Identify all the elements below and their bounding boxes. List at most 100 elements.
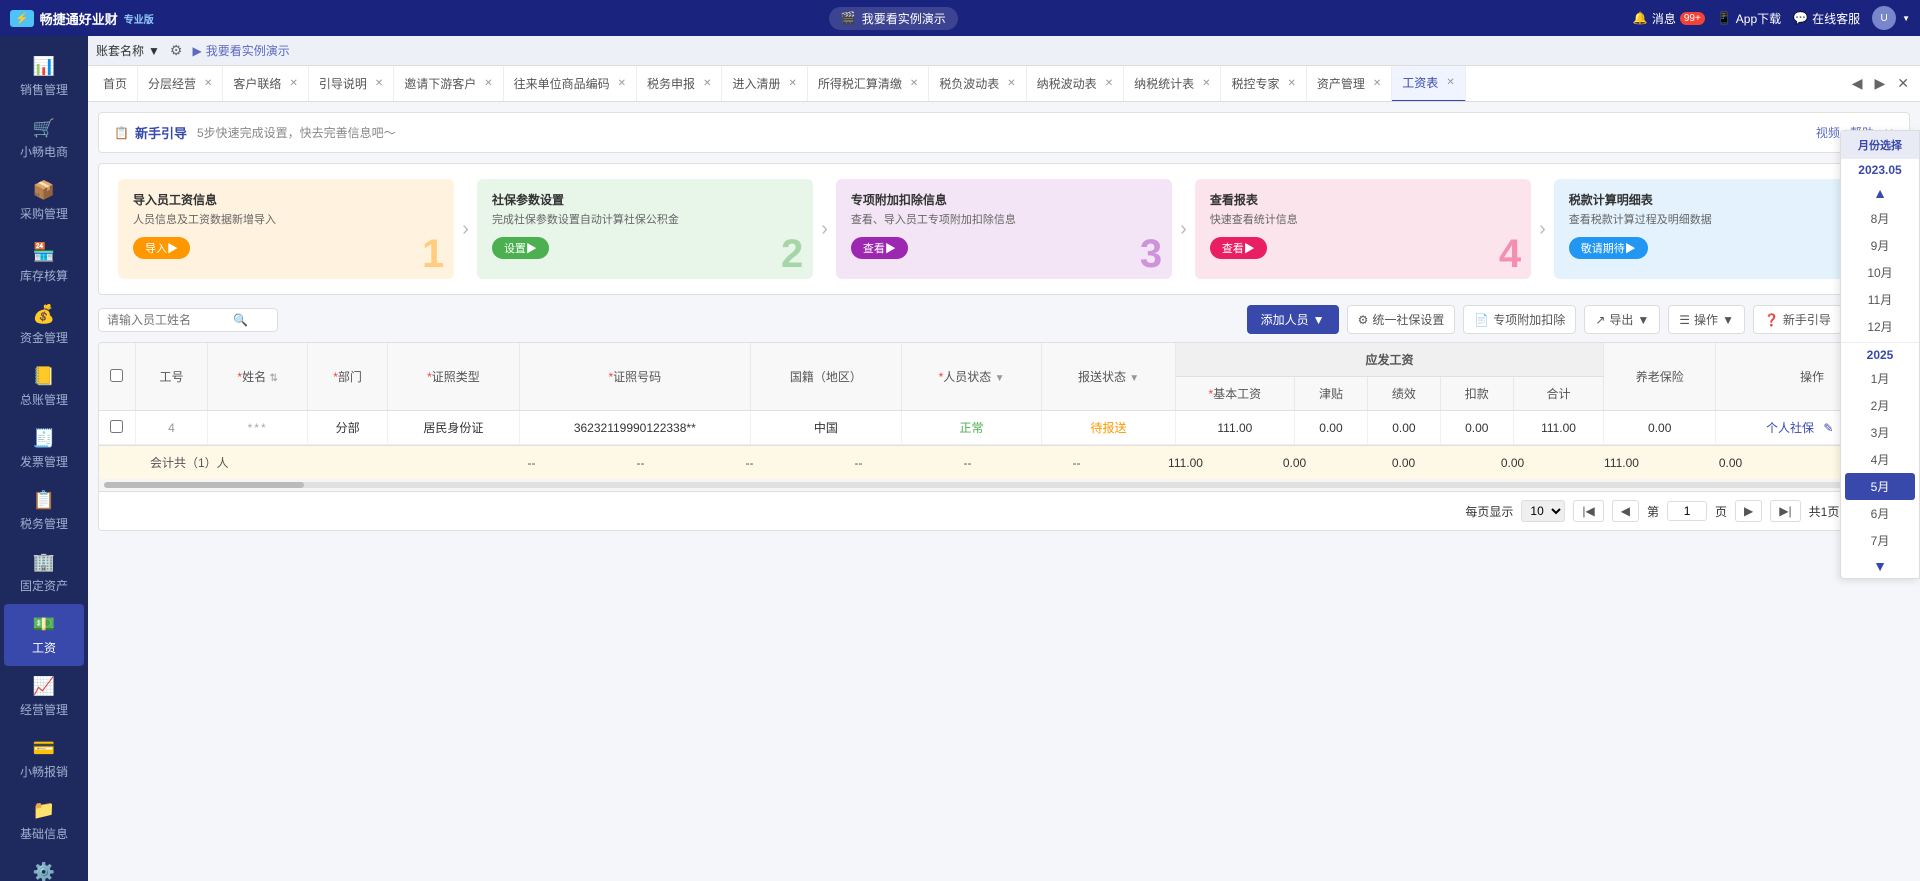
tab-close-14[interactable]: ✕ bbox=[1446, 77, 1454, 88]
sidebar-item-工资[interactable]: 💵工资 bbox=[4, 604, 84, 666]
step-btn-4[interactable]: 敬请期待▶ bbox=[1569, 237, 1648, 259]
tab-close-2[interactable]: ✕ bbox=[289, 78, 297, 89]
tab-close-8[interactable]: ✕ bbox=[910, 78, 918, 89]
sidebar-item-销售管理[interactable]: 📊销售管理 bbox=[4, 46, 84, 108]
month-item-5月[interactable]: 5月 bbox=[1845, 473, 1915, 500]
month-down-btn[interactable]: ▼ bbox=[1869, 558, 1891, 574]
tab-纳税波动表[interactable]: 纳税波动表✕ bbox=[1027, 66, 1124, 102]
op-social-insurance-0[interactable]: 个人社保 bbox=[1766, 421, 1814, 435]
user-menu[interactable]: U ▼ bbox=[1872, 6, 1910, 30]
tab-close-13[interactable]: ✕ bbox=[1373, 78, 1381, 89]
guide-video-btn[interactable]: 视频 bbox=[1816, 124, 1840, 141]
select-all-checkbox[interactable] bbox=[110, 369, 123, 382]
search-input[interactable] bbox=[107, 313, 227, 327]
tab-进入清册[interactable]: 进入清册✕ bbox=[722, 66, 807, 102]
unified-setting-button[interactable]: ⚙ 统一社保设置 bbox=[1347, 305, 1456, 334]
sidebar-item-发票管理[interactable]: 🧾发票管理 bbox=[4, 418, 84, 480]
tab-close-5[interactable]: ✕ bbox=[618, 78, 626, 89]
tab-close-1[interactable]: ✕ bbox=[204, 78, 212, 89]
export-button[interactable]: ↗ 导出 ▼ bbox=[1584, 305, 1660, 334]
tab-close-7[interactable]: ✕ bbox=[788, 78, 796, 89]
row-checkbox-0[interactable] bbox=[99, 411, 135, 445]
month-up-btn[interactable]: ▲ bbox=[1869, 185, 1891, 201]
tab-工资表[interactable]: 工资表✕ bbox=[1392, 66, 1465, 102]
tab-close-9[interactable]: ✕ bbox=[1007, 78, 1015, 89]
month-item-2月[interactable]: 2月 bbox=[1841, 392, 1919, 419]
month-item-8月[interactable]: 8月 bbox=[1841, 205, 1919, 232]
month-item-4月[interactable]: 4月 bbox=[1841, 446, 1919, 473]
demo-link[interactable]: 🎬 我要看实例演示 bbox=[829, 7, 958, 30]
step-btn-3[interactable]: 查看▶ bbox=[1210, 237, 1267, 259]
app-subtitle: 专业版 bbox=[124, 11, 154, 26]
sidebar-item-小畅电商[interactable]: 🛒小畅电商 bbox=[4, 108, 84, 170]
tab-往来单位商品编码[interactable]: 往来单位商品编码✕ bbox=[504, 66, 637, 102]
tab-纳税统计表[interactable]: 纳税统计表✕ bbox=[1124, 66, 1221, 102]
month-item-12月[interactable]: 12月 bbox=[1841, 313, 1919, 340]
next-page-btn[interactable]: ▶ bbox=[1735, 500, 1762, 522]
operation-button[interactable]: ☰ 操作 ▼ bbox=[1668, 305, 1745, 334]
sidebar-item-小畅报销[interactable]: 💳小畅报销 bbox=[4, 728, 84, 790]
tab-close-12[interactable]: ✕ bbox=[1288, 78, 1296, 89]
tab-prev-btn[interactable]: ◀ bbox=[1846, 75, 1869, 92]
step-btn-1[interactable]: 设置▶ bbox=[492, 237, 549, 259]
footer-dept: -- bbox=[477, 456, 586, 470]
per-page-select[interactable]: 10 20 50 bbox=[1521, 500, 1565, 522]
tab-引导说明[interactable]: 引导说明✕ bbox=[309, 66, 394, 102]
prev-page-btn[interactable]: ◀ bbox=[1612, 500, 1639, 522]
online-service-button[interactable]: 💬 在线客服 bbox=[1793, 10, 1860, 27]
tab-税控专家[interactable]: 税控专家✕ bbox=[1221, 66, 1306, 102]
tab-资产管理[interactable]: 资产管理✕ bbox=[1307, 66, 1392, 102]
add-employee-button[interactable]: 添加人员 ▼ bbox=[1247, 305, 1339, 334]
tab-close-11[interactable]: ✕ bbox=[1202, 78, 1210, 89]
scrollbar-track bbox=[104, 482, 1904, 488]
sidebar-item-经营管理[interactable]: 📈经营管理 bbox=[4, 666, 84, 728]
sidebar-item-资金管理[interactable]: 💰资金管理 bbox=[4, 294, 84, 356]
app-download-button[interactable]: 📱 App下载 bbox=[1717, 10, 1781, 27]
month-item-11月[interactable]: 11月 bbox=[1841, 286, 1919, 313]
month-item-6月[interactable]: 6月 bbox=[1841, 500, 1919, 527]
tab-close-3[interactable]: ✕ bbox=[375, 78, 383, 89]
sidebar-item-库存核算[interactable]: 🏪库存核算 bbox=[4, 232, 84, 294]
message-button[interactable]: 🔔 消息 99+ bbox=[1633, 10, 1705, 27]
sidebar-item-系统管理[interactable]: ⚙️系统管理 bbox=[4, 852, 84, 881]
tab-客户联络[interactable]: 客户联络✕ bbox=[223, 66, 308, 102]
search-icon[interactable]: 🔍 bbox=[233, 313, 248, 327]
page-input[interactable] bbox=[1667, 501, 1707, 521]
horizontal-scrollbar[interactable] bbox=[99, 479, 1909, 491]
sidebar-label-1: 小畅电商 bbox=[20, 143, 68, 160]
tab-close-all-btn[interactable]: ✕ bbox=[1891, 75, 1915, 92]
table-footer: 会计共（1）人 -- -- -- -- -- -- 111.00 0.00 0.… bbox=[99, 445, 1909, 479]
step-btn-0[interactable]: 导入▶ bbox=[133, 237, 190, 259]
month-item-10月[interactable]: 10月 bbox=[1841, 259, 1919, 286]
month-item-1月[interactable]: 1月 bbox=[1841, 365, 1919, 392]
tab-close-10[interactable]: ✕ bbox=[1105, 78, 1113, 89]
guide-icon: 📋 bbox=[114, 126, 129, 140]
tab-close-4[interactable]: ✕ bbox=[484, 78, 492, 89]
tab-邀请下游客户[interactable]: 邀请下游客户✕ bbox=[394, 66, 503, 102]
scrollbar-thumb[interactable] bbox=[104, 482, 304, 488]
sidebar-item-总账管理[interactable]: 📒总账管理 bbox=[4, 356, 84, 418]
page-label: 第 bbox=[1647, 503, 1659, 520]
step-btn-2[interactable]: 查看▶ bbox=[851, 237, 908, 259]
special-deduction-button[interactable]: 📄 专项附加扣除 bbox=[1463, 305, 1576, 334]
sidebar-item-税务管理[interactable]: 📋税务管理 bbox=[4, 480, 84, 542]
month-item-3月[interactable]: 3月 bbox=[1841, 419, 1919, 446]
month-item-9月[interactable]: 9月 bbox=[1841, 232, 1919, 259]
tab-税务申报[interactable]: 税务申报✕ bbox=[637, 66, 722, 102]
guide-button[interactable]: ❓ 新手引导 bbox=[1753, 305, 1842, 334]
sidebar-item-采购管理[interactable]: 📦采购管理 bbox=[4, 170, 84, 232]
last-page-btn[interactable]: ▶| bbox=[1770, 500, 1800, 522]
sidebar-item-基础信息[interactable]: 📁基础信息 bbox=[4, 790, 84, 852]
op-edit-0[interactable]: ✎ bbox=[1823, 421, 1833, 435]
tab-next-btn[interactable]: ▶ bbox=[1868, 75, 1891, 92]
first-page-btn[interactable]: |◀ bbox=[1573, 500, 1603, 522]
tab-首页[interactable]: 首页 bbox=[93, 66, 138, 102]
tab-税负波动表[interactable]: 税负波动表✕ bbox=[929, 66, 1026, 102]
month-item-7月[interactable]: 7月 bbox=[1841, 527, 1919, 554]
demo-link-bar[interactable]: ▶ 我要看实例演示 bbox=[192, 42, 289, 59]
tab-所得税汇算清缴[interactable]: 所得税汇算清缴✕ bbox=[808, 66, 929, 102]
tab-分层经营[interactable]: 分层经营✕ bbox=[138, 66, 223, 102]
tab-close-6[interactable]: ✕ bbox=[703, 78, 711, 89]
sidebar-item-固定资产[interactable]: 🏢固定资产 bbox=[4, 542, 84, 604]
account-settings-icon[interactable]: ⚙ bbox=[170, 42, 183, 59]
